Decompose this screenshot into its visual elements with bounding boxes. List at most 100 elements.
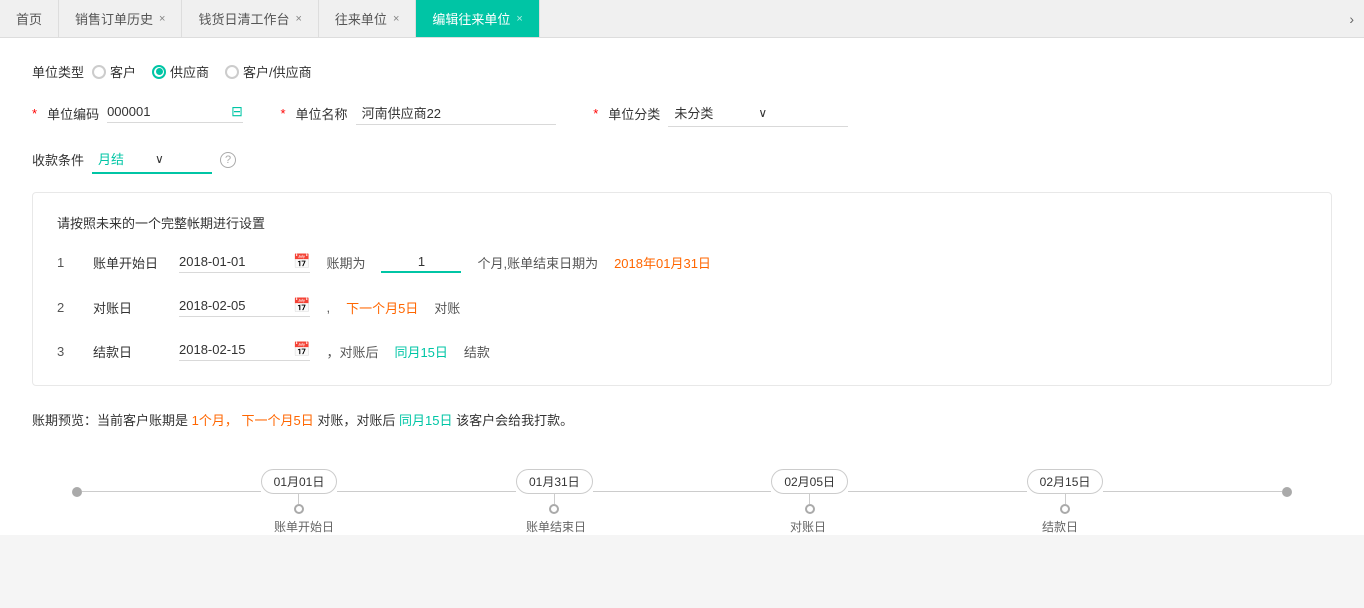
timeline-date-1: 01月01日 — [261, 469, 338, 494]
preview-mid2: 对账，对账后 — [317, 413, 395, 428]
tab-cashier-close[interactable]: × — [295, 13, 301, 25]
period-date-3[interactable]: 📅 — [179, 341, 310, 361]
period-cal-icon-1[interactable]: 📅 — [293, 253, 310, 270]
timeline-node-4: 02月15日 — [1027, 469, 1104, 514]
preview-row: 账期预览：当前客户账期是 1个月， 下一个月5日 对账，对账后 同月15日 该客… — [32, 402, 1332, 437]
timeline-stem-3 — [809, 494, 810, 504]
period-title: 请按照未来的一个完整帐期进行设置 — [57, 213, 1307, 232]
timeline-stem-2 — [554, 494, 555, 504]
preview-suffix: 该客户会给我打款。 — [456, 413, 573, 428]
period-num-1: 1 — [57, 255, 77, 270]
preview-highlight1: 1个月， — [192, 413, 238, 428]
tab-sales-history[interactable]: 销售订单历史 × — [59, 0, 182, 37]
tab-edit-partner-label: 编辑往来单位 — [432, 9, 510, 28]
payment-terms-dropdown[interactable]: 月结 ∨ — [92, 145, 212, 174]
timeline-node-1: 01月01日 — [261, 469, 338, 514]
unit-code-label: 单位编码 — [47, 104, 99, 123]
period-field-label-1: 账单开始日 — [93, 253, 163, 272]
radio-supplier-label: 供应商 — [170, 62, 209, 81]
period-num-3: 3 — [57, 344, 77, 359]
unit-fields-row: * 单位编码 ⊟ * 单位名称 * 单位分类 未分类 ∨ — [32, 99, 1332, 127]
timeline-date-3: 02月05日 — [771, 469, 848, 494]
timeline-date-2: 01月31日 — [516, 469, 593, 494]
tab-cashier[interactable]: 钱货日清工作台 × — [182, 0, 318, 37]
period-highlight-3: 同月15日 — [394, 342, 447, 361]
period-cal-icon-3[interactable]: 📅 — [293, 341, 310, 358]
period-suffix-2b: 对账 — [434, 298, 460, 317]
main-content: 单位类型 客户 供应商 客户/供应商 * 单位编码 ⊟ * 单位名称 — [0, 38, 1364, 453]
timeline-dot-3 — [805, 504, 815, 514]
period-highlight-2: 下一个月5日 — [346, 298, 418, 317]
tab-sales-history-close[interactable]: × — [159, 13, 165, 25]
timeline-label-4: 结款日 — [1030, 518, 1090, 535]
radio-customer-circle — [92, 65, 106, 79]
payment-terms-row: 收款条件 月结 ∨ ? — [32, 145, 1332, 174]
radio-supplier-circle — [152, 65, 166, 79]
payment-terms-label: 收款条件 — [32, 150, 84, 169]
payment-terms-help-icon[interactable]: ? — [220, 152, 236, 168]
unit-code-icon[interactable]: ⊟ — [231, 103, 243, 120]
timeline-dot-1 — [294, 504, 304, 514]
period-row-1: 1 账单开始日 📅 账期为 个月,账单结束日期为 2018年01月31日 — [57, 252, 1307, 273]
timeline-dot-2 — [549, 504, 559, 514]
period-date-1[interactable]: 📅 — [179, 253, 310, 273]
timeline-label-1: 账单开始日 — [274, 518, 334, 535]
tab-partners-close[interactable]: × — [393, 13, 399, 25]
timeline-line-2 — [337, 491, 516, 492]
timeline-date-4: 02月15日 — [1027, 469, 1104, 494]
period-box: 请按照未来的一个完整帐期进行设置 1 账单开始日 📅 账期为 个月,账单结束日期… — [32, 192, 1332, 386]
period-row-3: 3 结款日 📅 ，对账后 同月15日 结款 — [57, 341, 1307, 361]
timeline-node-3: 02月05日 — [771, 469, 848, 514]
period-suffix-after-1: 个月,账单结束日期为 — [477, 253, 598, 272]
unit-cat-label: 单位分类 — [608, 104, 660, 123]
unit-code-star: * — [32, 106, 37, 121]
radio-both-circle — [225, 65, 239, 79]
period-cal-icon-2[interactable]: 📅 — [293, 297, 310, 314]
timeline-line-5 — [1103, 491, 1282, 492]
timeline-line-4 — [848, 491, 1027, 492]
unit-name-input[interactable] — [356, 101, 556, 125]
period-row-2: 2 对账日 📅 , 下一个月5日 对账 — [57, 297, 1307, 317]
period-date-2[interactable]: 📅 — [179, 297, 310, 317]
unit-code-field[interactable]: ⊟ — [107, 103, 243, 123]
tab-more-arrow[interactable]: › — [1339, 11, 1364, 27]
unit-cat-dropdown[interactable]: 未分类 ∨ — [668, 99, 848, 127]
payment-terms-arrow-icon: ∨ — [155, 152, 206, 166]
timeline-end-dot — [1282, 487, 1292, 497]
radio-both-label: 客户/供应商 — [243, 62, 312, 81]
preview-mid: 下一个月5日 — [242, 413, 314, 428]
period-date-input-3[interactable] — [179, 342, 289, 357]
period-field-label-2: 对账日 — [93, 298, 163, 317]
timeline-stem-4 — [1065, 494, 1066, 504]
tab-partners-label: 往来单位 — [335, 9, 387, 28]
preview-label: 账期预览：当前客户账期是 — [32, 413, 188, 428]
tab-partners[interactable]: 往来单位 × — [319, 0, 416, 37]
timeline-labels-row: 账单开始日 账单结束日 对账日 结款日 — [32, 518, 1332, 535]
radio-customer[interactable]: 客户 — [92, 62, 136, 81]
payment-terms-value: 月结 — [98, 149, 149, 168]
timeline-dot-4 — [1060, 504, 1070, 514]
period-suffix-3b: 结款 — [464, 342, 490, 361]
unit-cat-arrow-icon: ∨ — [758, 106, 842, 120]
timeline-label-text-2: 账单结束日 — [526, 518, 586, 535]
timeline-container: 01月01日 01月31日 02月05日 02月15日 — [0, 453, 1364, 535]
period-date-input-1[interactable] — [179, 254, 289, 269]
period-number-input[interactable] — [381, 252, 461, 273]
timeline-line-3 — [593, 491, 772, 492]
radio-supplier[interactable]: 供应商 — [152, 62, 209, 81]
tab-edit-partner-close[interactable]: × — [516, 13, 522, 25]
unit-name-label: 单位名称 — [296, 104, 348, 123]
tab-home[interactable]: 首页 — [0, 0, 59, 37]
tab-edit-partner[interactable]: 编辑往来单位 × — [416, 0, 539, 37]
period-date-input-2[interactable] — [179, 298, 289, 313]
period-suffix-3a: ，对账后 — [326, 342, 378, 361]
timeline-label-2: 账单结束日 — [526, 518, 586, 535]
timeline-label-text-1: 账单开始日 — [274, 518, 334, 535]
timeline-label-3: 对账日 — [778, 518, 838, 535]
unit-code-input[interactable] — [107, 104, 227, 119]
unit-type-label: 单位类型 — [32, 62, 84, 81]
timeline-line-1 — [82, 491, 261, 492]
period-highlight-1: 2018年01月31日 — [614, 253, 711, 272]
unit-cat-star: * — [593, 106, 598, 121]
radio-both[interactable]: 客户/供应商 — [225, 62, 312, 81]
